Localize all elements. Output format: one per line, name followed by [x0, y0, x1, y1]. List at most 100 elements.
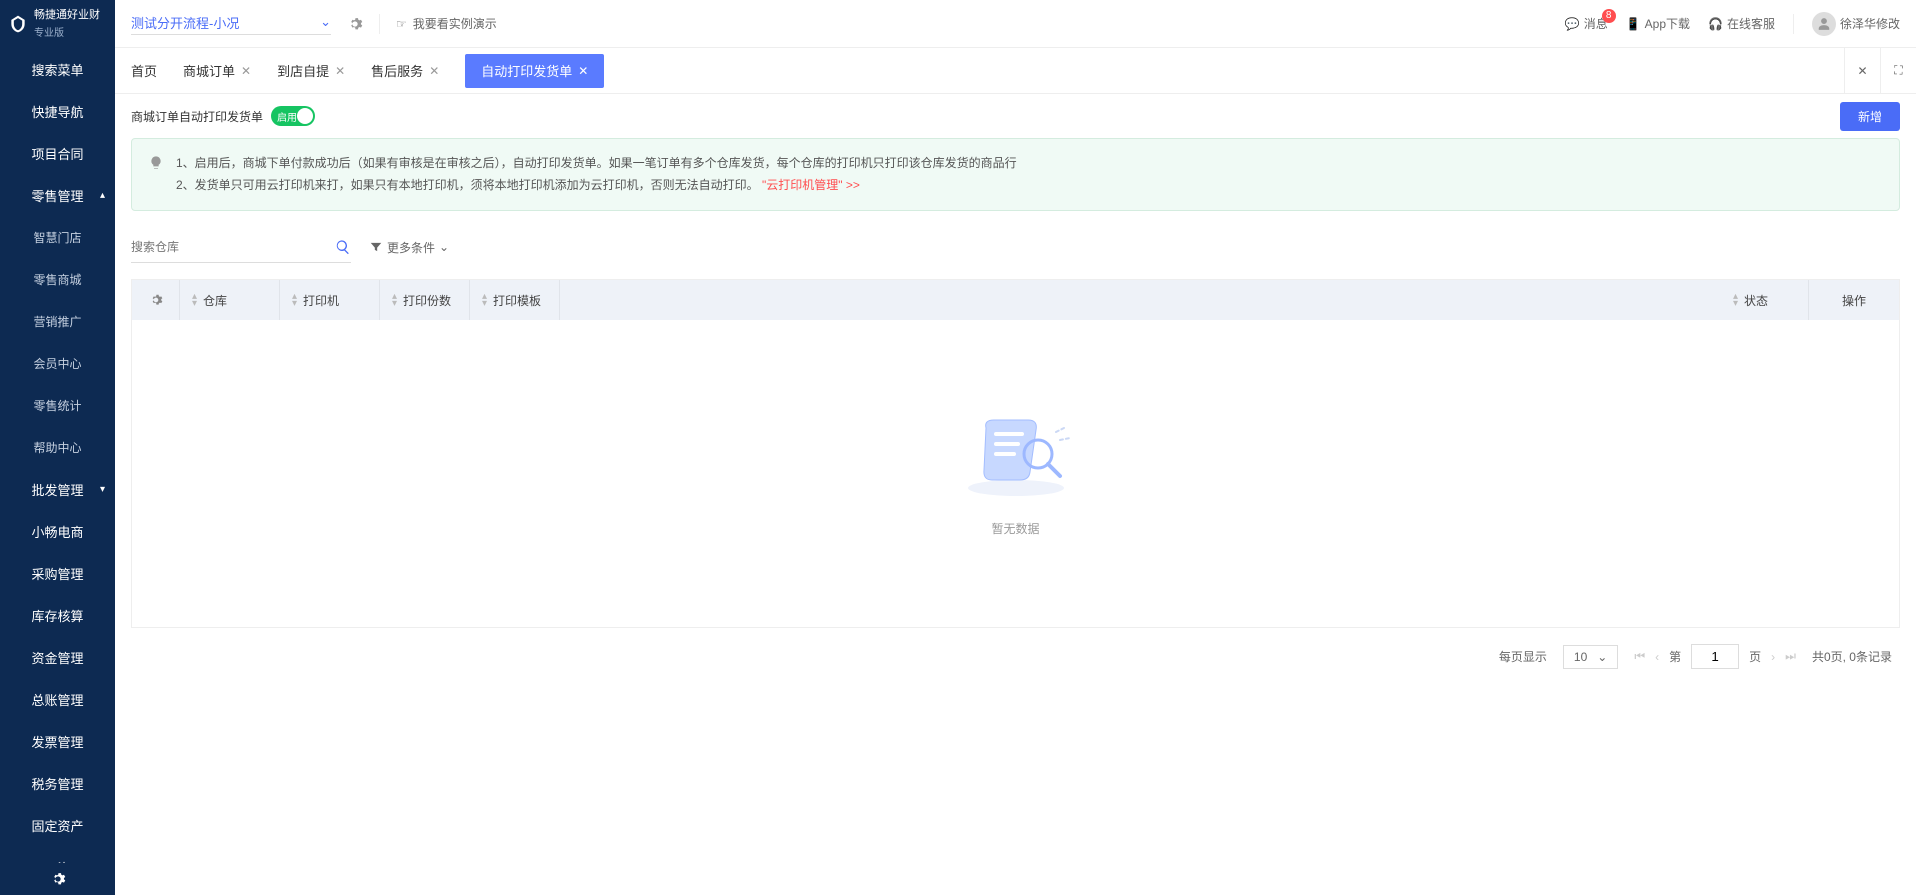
- gear-icon: [50, 871, 66, 887]
- toolbar-title: 商城订单自动打印发货单: [131, 108, 263, 125]
- per-page-label: 每页显示: [1499, 648, 1547, 665]
- page-summary: 共0页, 0条记录: [1812, 648, 1892, 665]
- search-input[interactable]: [131, 240, 335, 254]
- nav-smartstore[interactable]: 智慧门店: [0, 216, 115, 258]
- search-box: [131, 231, 351, 263]
- nav-retail[interactable]: 零售管理▴: [0, 174, 115, 216]
- chevron-down-icon: ▾: [100, 484, 105, 495]
- per-page-select[interactable]: 10 ⌄: [1563, 645, 1618, 669]
- search-icon[interactable]: [335, 239, 351, 255]
- brand-name: 畅捷通好业财: [34, 9, 100, 22]
- close-icon[interactable]: ✕: [429, 64, 439, 78]
- sort-icon: ▴▾: [1733, 293, 1738, 307]
- nav-ledger[interactable]: 总账管理: [0, 678, 115, 720]
- enable-toggle[interactable]: 启用: [271, 106, 315, 126]
- close-icon[interactable]: ✕: [578, 64, 588, 78]
- user-menu[interactable]: 徐泽华修改: [1812, 12, 1900, 36]
- empty-text: 暂无数据: [991, 520, 1039, 537]
- org-settings-button[interactable]: [347, 16, 363, 32]
- tab-pickup[interactable]: 到店自提✕: [277, 48, 345, 93]
- fullscreen-button[interactable]: ⛶: [1880, 48, 1916, 94]
- th-action: 操作: [1809, 280, 1899, 320]
- tab-home[interactable]: 首页: [131, 48, 157, 93]
- nav-quicknav[interactable]: 快捷导航: [0, 90, 115, 132]
- nav-fixedassets[interactable]: 固定资产: [0, 804, 115, 846]
- chevron-down-icon: ⌄: [320, 14, 331, 30]
- nav-retailstats[interactable]: 零售统计: [0, 384, 115, 426]
- page-input[interactable]: [1691, 644, 1739, 669]
- table-header: ▴▾仓库 ▴▾打印机 ▴▾打印份数 ▴▾打印模板 ▴▾状态 操作: [132, 280, 1899, 320]
- tabs-row: 首页 商城订单✕ 到店自提✕ 售后服务✕ 自动打印发货单✕ ✕ ⛶: [115, 48, 1916, 94]
- brand-icon: [8, 14, 28, 34]
- data-table: ▴▾仓库 ▴▾打印机 ▴▾打印份数 ▴▾打印模板 ▴▾状态 操作: [131, 279, 1900, 628]
- phone-icon: 📱: [1626, 17, 1641, 31]
- th-status[interactable]: ▴▾状态: [560, 280, 1809, 320]
- empty-illustration-icon: [956, 410, 1076, 500]
- th-template[interactable]: ▴▾打印模板: [470, 280, 560, 320]
- app-download-button[interactable]: 📱 App下载: [1626, 15, 1690, 32]
- org-selector[interactable]: 测试分开流程-小况 ⌄: [131, 13, 331, 35]
- gear-icon: [347, 16, 363, 32]
- content: 1、启用后，商城下单付款成功后（如果有审核是在审核之后），自动打印发货单。如果一…: [115, 138, 1916, 895]
- cloud-printer-link[interactable]: "云打印机管理" >>: [762, 178, 860, 192]
- toolbar: 商城订单自动打印发货单 启用 新增: [115, 94, 1916, 138]
- info-line2: 2、发货单只可用云打印机来打，如果只有本地打印机，须将本地打印机添加为云打印机，…: [176, 175, 1017, 197]
- column-settings-button[interactable]: [132, 280, 180, 320]
- close-icon[interactable]: ✕: [335, 64, 345, 78]
- chevron-down-icon: ⌄: [1597, 650, 1607, 664]
- nav-tax[interactable]: 税务管理: [0, 762, 115, 804]
- nav-purchase[interactable]: 采购管理: [0, 552, 115, 594]
- support-button[interactable]: 🎧 在线客服: [1708, 15, 1775, 32]
- sort-icon: ▴▾: [392, 293, 397, 307]
- first-page-button[interactable]: ⏮: [1634, 649, 1645, 664]
- nav-salary[interactable]: 工资: [0, 846, 115, 863]
- nav-ecommerce[interactable]: 小畅电商: [0, 510, 115, 552]
- main-area: 测试分开流程-小况 ⌄ ☞ 我要看实例演示 💬 消息 8 📱 App下载: [115, 0, 1916, 895]
- th-printer[interactable]: ▴▾打印机: [280, 280, 380, 320]
- last-page-button[interactable]: ⏭: [1785, 649, 1796, 664]
- nav-project[interactable]: 项目合同: [0, 132, 115, 174]
- th-copies[interactable]: ▴▾打印份数: [380, 280, 470, 320]
- org-name: 测试分开流程-小况: [131, 13, 239, 32]
- chevron-down-icon: ⌄: [439, 240, 449, 254]
- info-box: 1、启用后，商城下单付款成功后（如果有审核是在审核之后），自动打印发货单。如果一…: [131, 138, 1900, 211]
- sidebar-settings[interactable]: [0, 863, 115, 895]
- divider: [1793, 14, 1794, 34]
- nav-member[interactable]: 会员中心: [0, 342, 115, 384]
- sort-icon: ▴▾: [192, 293, 197, 307]
- prev-page-button[interactable]: ‹: [1655, 650, 1659, 664]
- gear-icon: [149, 293, 163, 307]
- nav-help[interactable]: 帮助中心: [0, 426, 115, 468]
- chevron-up-icon: ▴: [100, 190, 105, 201]
- tab-aftersales[interactable]: 售后服务✕: [371, 48, 439, 93]
- pagination: 每页显示 10 ⌄ ⏮ ‹ 第 页 › ⏭ 共0页, 0条记录: [131, 628, 1900, 669]
- new-button[interactable]: 新增: [1840, 102, 1900, 131]
- headset-icon: 🎧: [1708, 17, 1723, 31]
- nav-inventory[interactable]: 库存核算: [0, 594, 115, 636]
- close-all-tabs-button[interactable]: ✕: [1844, 48, 1880, 94]
- sidebar: 畅捷通好业财 专业版 搜索菜单 快捷导航 项目合同 零售管理▴ 智慧门店 零售商…: [0, 0, 115, 895]
- demo-link[interactable]: ☞ 我要看实例演示: [396, 15, 497, 32]
- search-row: 更多条件 ⌄: [131, 231, 1900, 263]
- nav-funds[interactable]: 资金管理: [0, 636, 115, 678]
- divider: [379, 14, 380, 34]
- close-icon[interactable]: ✕: [241, 64, 251, 78]
- messages-button[interactable]: 💬 消息 8: [1565, 15, 1608, 32]
- nav-search[interactable]: 搜索菜单: [0, 48, 115, 90]
- th-warehouse[interactable]: ▴▾仓库: [180, 280, 280, 320]
- next-page-button[interactable]: ›: [1771, 650, 1775, 664]
- nav-wholesale[interactable]: 批发管理▾: [0, 468, 115, 510]
- empty-state: 暂无数据: [132, 320, 1899, 627]
- topbar: 测试分开流程-小况 ⌄ ☞ 我要看实例演示 💬 消息 8 📱 App下载: [115, 0, 1916, 48]
- nav-invoice[interactable]: 发票管理: [0, 720, 115, 762]
- nav-list: 搜索菜单 快捷导航 项目合同 零售管理▴ 智慧门店 零售商城 营销推广 会员中心…: [0, 48, 115, 863]
- more-filters-button[interactable]: 更多条件 ⌄: [369, 239, 449, 256]
- tab-mall-orders[interactable]: 商城订单✕: [183, 48, 251, 93]
- info-line1: 1、启用后，商城下单付款成功后（如果有审核是在审核之后），自动打印发货单。如果一…: [176, 153, 1017, 175]
- tab-autoprint[interactable]: 自动打印发货单✕: [465, 54, 604, 88]
- nav-marketing[interactable]: 营销推广: [0, 300, 115, 342]
- nav-retailmall[interactable]: 零售商城: [0, 258, 115, 300]
- sort-icon: ▴▾: [482, 293, 487, 307]
- filter-icon: [369, 240, 383, 254]
- msg-badge: 8: [1602, 9, 1616, 23]
